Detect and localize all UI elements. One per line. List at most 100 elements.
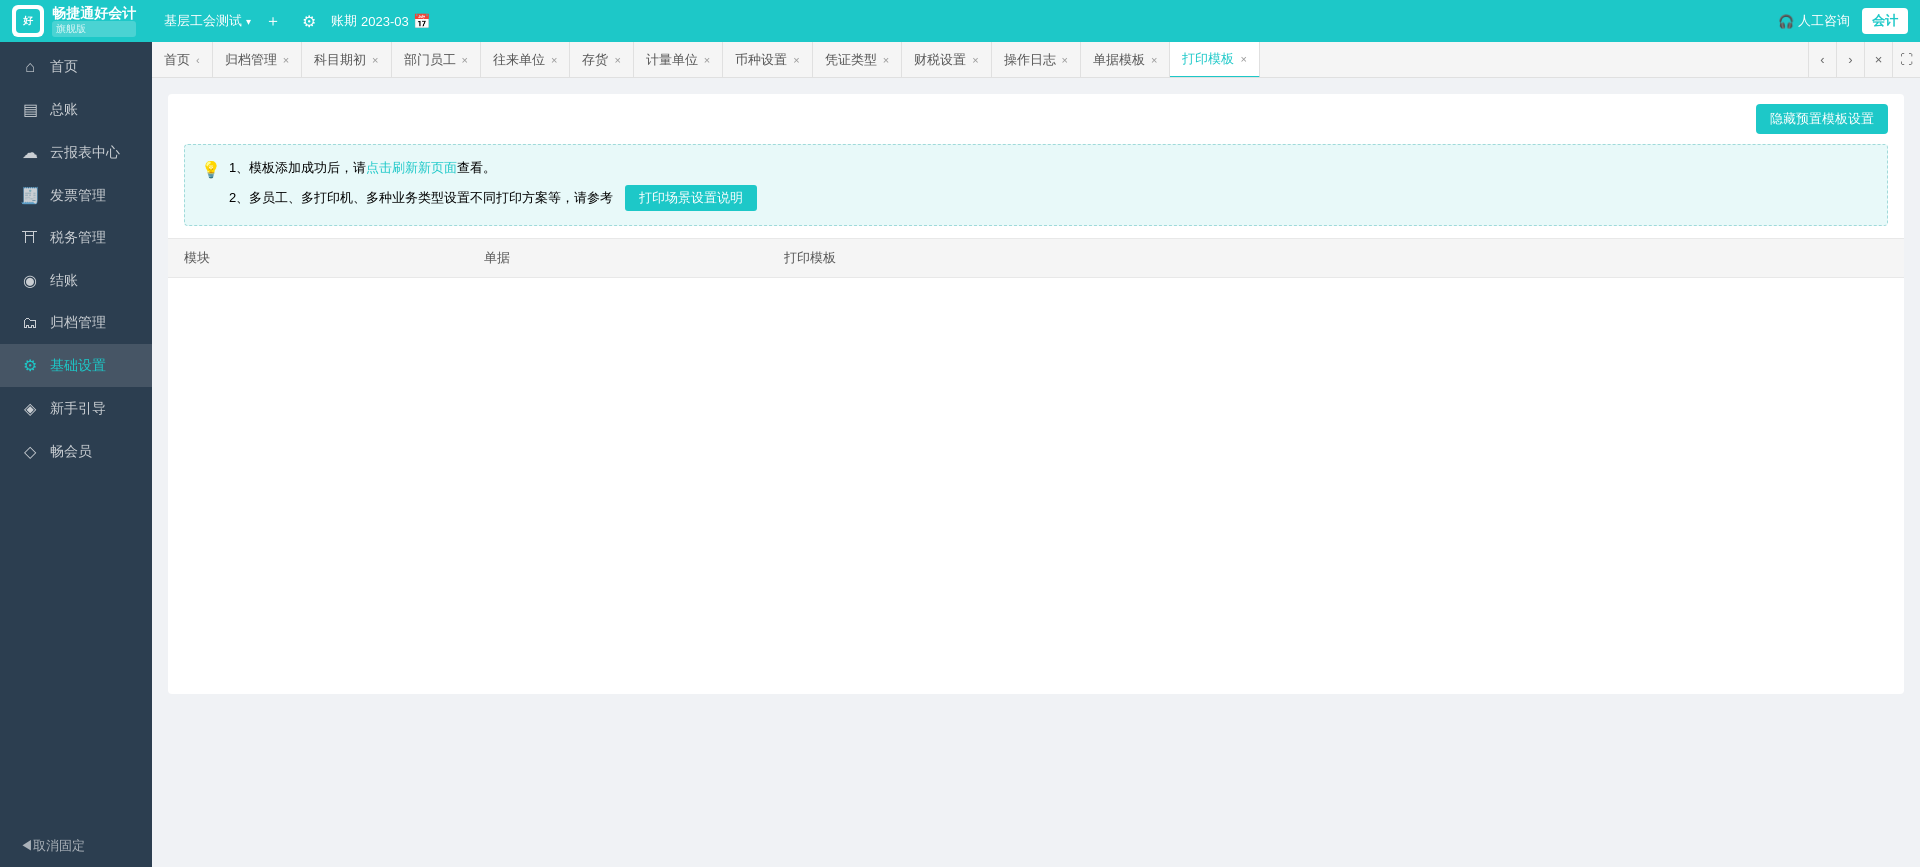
unpin-label: ◀︎取消固定 <box>20 837 85 855</box>
notice-row-2: 💡 2、多员工、多打印机、多种业务类型设置不同打印方案等，请参考 打印场景设置说… <box>201 185 1871 211</box>
guide-icon: ◈ <box>20 399 40 418</box>
tab-currency[interactable]: 币种设置 × <box>723 42 812 78</box>
app-wrapper: 好 畅捷通好会计 旗舰版 基层工会测试 ▾ ＋ ⚙ 账期 2023-03 📅 🎧 <box>0 0 1920 867</box>
sidebar-item-guide[interactable]: ◈ 新手引导 <box>0 387 152 430</box>
tab-currency-label: 币种设置 <box>735 51 787 69</box>
tab-currency-close[interactable]: × <box>793 54 799 66</box>
sidebar-label-ledger: 总账 <box>50 101 78 119</box>
col-module-header: 模块 <box>168 249 468 267</box>
tab-department-close[interactable]: × <box>462 54 468 66</box>
tab-taxset-label: 财税设置 <box>914 51 966 69</box>
notice-refresh-link[interactable]: 点击刷新新页面 <box>366 160 457 175</box>
calendar-icon[interactable]: 📅 <box>413 13 430 29</box>
main-layout: ⌂ 首页 ▤ 总账 ☁ 云报表中心 🧾 发票管理 ⛩ 税务管理 <box>0 42 1920 867</box>
col-slip-header: 单据 <box>468 249 768 267</box>
member-icon: ◇ <box>20 442 40 461</box>
sidebar-item-home[interactable]: ⌂ 首页 <box>0 46 152 88</box>
sidebar-item-member[interactable]: ◇ 畅会员 <box>0 430 152 473</box>
top-bar-right: 🎧 人工咨询 会计 <box>1778 8 1908 34</box>
tab-unit-label: 计量单位 <box>646 51 698 69</box>
tab-home-arrow: ‹ <box>196 54 200 66</box>
add-tab-button[interactable]: ＋ <box>259 7 287 35</box>
account-button[interactable]: 会计 <box>1862 8 1908 34</box>
archive-icon: 🗂 <box>20 314 40 332</box>
tab-printtemplate[interactable]: 打印模板 × <box>1170 42 1259 78</box>
logo-icon: 好 <box>12 5 44 37</box>
tab-partner[interactable]: 往来单位 × <box>481 42 570 78</box>
logo-text: 畅捷通好会计 旗舰版 <box>52 5 136 38</box>
tab-expand[interactable]: ⛶ <box>1892 42 1920 78</box>
tab-inventory-label: 存货 <box>582 51 608 69</box>
notice-box: 💡 1、模板添加成功后，请点击刷新新页面查看。 💡 2、多员工、多打印机、多种业… <box>184 144 1888 226</box>
tab-sliptemplate[interactable]: 单据模板 × <box>1081 42 1170 78</box>
top-bar-center: 基层工会测试 ▾ ＋ ⚙ 账期 2023-03 📅 <box>164 7 1778 35</box>
service-button[interactable]: 🎧 人工咨询 <box>1778 12 1850 30</box>
hide-preview-button[interactable]: 隐藏预置模板设置 <box>1756 104 1888 134</box>
tab-scroll-right[interactable]: › <box>1836 42 1864 78</box>
tab-department[interactable]: 部门员工 × <box>392 42 481 78</box>
tab-home-label: 首页 <box>164 51 190 69</box>
tab-archive-close[interactable]: × <box>283 54 289 66</box>
sidebar: ⌂ 首页 ▤ 总账 ☁ 云报表中心 🧾 发票管理 ⛩ 税务管理 <box>0 42 152 867</box>
notice-line2-before: 2、多员工、多打印机、多种业务类型设置不同打印方案等，请参考 <box>229 190 613 205</box>
company-selector[interactable]: 基层工会测试 ▾ <box>164 12 251 30</box>
tab-voucher-close[interactable]: × <box>883 54 889 66</box>
tab-inventory[interactable]: 存货 × <box>570 42 633 78</box>
sidebar-item-tax[interactable]: ⛩ 税务管理 <box>0 217 152 259</box>
tab-subject[interactable]: 科目期初 × <box>302 42 391 78</box>
notice-line1-before: 1、模板添加成功后，请 <box>229 160 366 175</box>
page-content: 隐藏预置模板设置 💡 1、模板添加成功后，请点击刷新新页面查看。 💡 <box>152 78 1920 867</box>
notice-line1-after: 查看。 <box>457 160 496 175</box>
tab-oplog-close[interactable]: × <box>1062 54 1068 66</box>
tab-close-all[interactable]: × <box>1864 42 1892 78</box>
sidebar-item-invoice[interactable]: 🧾 发票管理 <box>0 174 152 217</box>
sidebar-item-settings[interactable]: ⚙ 基础设置 <box>0 344 152 387</box>
tab-subject-label: 科目期初 <box>314 51 366 69</box>
notice-row-1: 💡 1、模板添加成功后，请点击刷新新页面查看。 <box>201 159 1871 179</box>
tab-voucher[interactable]: 凭证类型 × <box>813 42 902 78</box>
sidebar-label-invoice: 发票管理 <box>50 187 106 205</box>
sidebar-label-member: 畅会员 <box>50 443 92 461</box>
tab-unit-close[interactable]: × <box>704 54 710 66</box>
content-area: 首页 ‹ 归档管理 × 科目期初 × 部门员工 × 往来单位 × <box>152 42 1920 867</box>
page-action-bar: 隐藏预置模板设置 <box>168 94 1904 144</box>
tab-subject-close[interactable]: × <box>372 54 378 66</box>
settings-icon[interactable]: ⚙ <box>295 7 323 35</box>
service-label: 人工咨询 <box>1798 12 1850 30</box>
headset-icon: 🎧 <box>1778 14 1794 29</box>
cloud-icon: ☁ <box>20 143 40 162</box>
ledger-icon: ▤ <box>20 100 40 119</box>
sidebar-item-ledger[interactable]: ▤ 总账 <box>0 88 152 131</box>
tab-printtemplate-close[interactable]: × <box>1240 53 1246 65</box>
sidebar-item-close[interactable]: ◉ 结账 <box>0 259 152 302</box>
table-header: 模块 单据 打印模板 <box>168 238 1904 278</box>
sidebar-label-tax: 税务管理 <box>50 229 106 247</box>
tab-archive-label: 归档管理 <box>225 51 277 69</box>
period-label: 账期 <box>331 12 357 30</box>
print-scene-button[interactable]: 打印场景设置说明 <box>625 185 757 211</box>
tab-scroll-left[interactable]: ‹ <box>1808 42 1836 78</box>
sidebar-item-reports[interactable]: ☁ 云报表中心 <box>0 131 152 174</box>
close-books-icon: ◉ <box>20 271 40 290</box>
company-name: 基层工会测试 <box>164 12 242 30</box>
sidebar-unpin-button[interactable]: ◀︎取消固定 <box>0 825 152 867</box>
sidebar-item-archive[interactable]: 🗂 归档管理 <box>0 302 152 344</box>
tab-home[interactable]: 首页 ‹ <box>152 42 213 78</box>
sidebar-label-archive: 归档管理 <box>50 314 106 332</box>
sidebar-label-home: 首页 <box>50 58 78 76</box>
tax-icon: ⛩ <box>20 229 40 247</box>
tab-sliptemplate-close[interactable]: × <box>1151 54 1157 66</box>
tab-inventory-close[interactable]: × <box>614 54 620 66</box>
tab-archive[interactable]: 归档管理 × <box>213 42 302 78</box>
tab-taxset-close[interactable]: × <box>972 54 978 66</box>
tab-unit[interactable]: 计量单位 × <box>634 42 723 78</box>
tab-taxset[interactable]: 财税设置 × <box>902 42 991 78</box>
invoice-icon: 🧾 <box>20 186 40 205</box>
home-icon: ⌂ <box>20 58 40 76</box>
tab-printtemplate-label: 打印模板 <box>1182 50 1234 68</box>
tab-oplog[interactable]: 操作日志 × <box>992 42 1081 78</box>
tab-voucher-label: 凭证类型 <box>825 51 877 69</box>
tab-partner-close[interactable]: × <box>551 54 557 66</box>
notice-line1: 1、模板添加成功后，请点击刷新新页面查看。 <box>229 159 496 177</box>
logo-sub: 旗舰版 <box>52 21 136 37</box>
